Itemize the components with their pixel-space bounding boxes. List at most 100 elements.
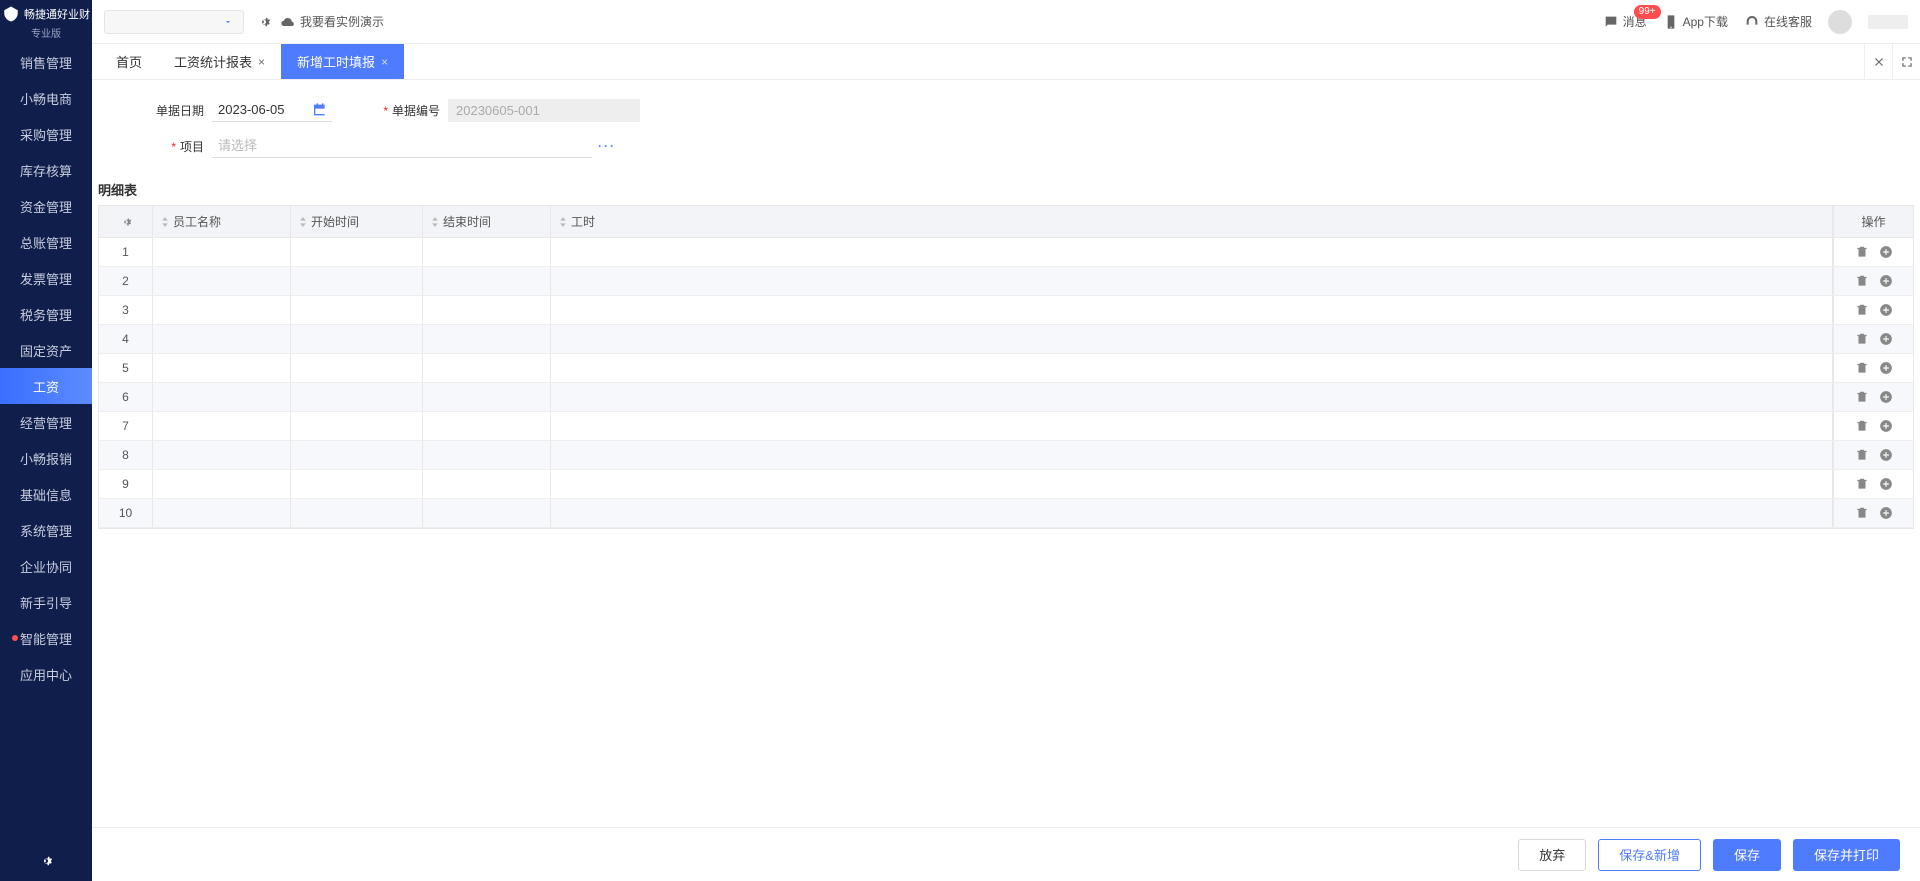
save-and-print-button[interactable]: 保存并打印 [1793,839,1900,871]
cell-start[interactable] [291,470,423,498]
add-icon[interactable] [1879,361,1893,375]
cell-hours[interactable] [551,499,1833,527]
cell-employee[interactable] [153,267,291,295]
cell-end[interactable] [423,354,551,382]
calendar-icon[interactable] [312,102,328,118]
close-all-tabs[interactable] [1864,44,1892,79]
cell-hours[interactable] [551,383,1833,411]
close-icon[interactable]: × [258,55,265,69]
delete-icon[interactable] [1855,390,1869,404]
sidebar-item-0[interactable]: 销售管理 [0,44,92,80]
cell-start[interactable] [291,354,423,382]
cell-start[interactable] [291,441,423,469]
cell-hours[interactable] [551,354,1833,382]
cell-start[interactable] [291,267,423,295]
cell-employee[interactable] [153,441,291,469]
cell-hours[interactable] [551,267,1833,295]
delete-icon[interactable] [1855,303,1869,317]
sidebar-item-2[interactable]: 采购管理 [0,116,92,152]
cell-end[interactable] [423,499,551,527]
cell-start[interactable] [291,238,423,266]
add-icon[interactable] [1879,448,1893,462]
header-settings[interactable] [99,206,153,237]
add-icon[interactable] [1879,303,1893,317]
cell-end[interactable] [423,441,551,469]
save-and-new-button[interactable]: 保存&新增 [1598,839,1701,871]
delete-icon[interactable] [1855,419,1869,433]
sidebar-item-13[interactable]: 系统管理 [0,512,92,548]
cell-end[interactable] [423,296,551,324]
cell-hours[interactable] [551,325,1833,353]
cell-start[interactable] [291,296,423,324]
sidebar-item-17[interactable]: 应用中心 [0,656,92,692]
sidebar-item-6[interactable]: 发票管理 [0,260,92,296]
sidebar-settings[interactable] [0,841,92,881]
tab-1[interactable]: 工资统计报表× [158,44,281,79]
cell-hours[interactable] [551,296,1833,324]
sidebar-item-7[interactable]: 税务管理 [0,296,92,332]
add-icon[interactable] [1879,506,1893,520]
cell-employee[interactable] [153,296,291,324]
cell-employee[interactable] [153,499,291,527]
sidebar-item-1[interactable]: 小畅电商 [0,80,92,116]
add-icon[interactable] [1879,245,1893,259]
sidebar-item-8[interactable]: 固定资产 [0,332,92,368]
gear-icon[interactable] [256,14,272,30]
cell-end[interactable] [423,238,551,266]
close-icon[interactable]: × [381,55,388,69]
cell-employee[interactable] [153,354,291,382]
sidebar-item-4[interactable]: 资金管理 [0,188,92,224]
cell-employee[interactable] [153,325,291,353]
cell-employee[interactable] [153,470,291,498]
header-start[interactable]: 开始时间 [291,206,423,237]
sidebar-item-14[interactable]: 企业协同 [0,548,92,584]
avatar[interactable] [1828,10,1852,34]
delete-icon[interactable] [1855,448,1869,462]
cell-employee[interactable] [153,383,291,411]
add-icon[interactable] [1879,477,1893,491]
tab-2[interactable]: 新增工时填报× [281,44,404,79]
sidebar-item-11[interactable]: 小畅报销 [0,440,92,476]
cell-start[interactable] [291,325,423,353]
cell-hours[interactable] [551,412,1833,440]
online-service-button[interactable]: 在线客服 [1744,13,1812,30]
delete-icon[interactable] [1855,332,1869,346]
sidebar-item-12[interactable]: 基础信息 [0,476,92,512]
delete-icon[interactable] [1855,245,1869,259]
sidebar-item-10[interactable]: 经营管理 [0,404,92,440]
project-more-button[interactable]: ··· [598,139,616,153]
sidebar-item-16[interactable]: 智能管理 [0,620,92,656]
fullscreen-toggle[interactable] [1892,44,1920,79]
cell-employee[interactable] [153,412,291,440]
delete-icon[interactable] [1855,506,1869,520]
demo-link[interactable]: 我要看实例演示 [280,13,384,30]
sidebar-item-3[interactable]: 库存核算 [0,152,92,188]
tab-0[interactable]: 首页 [100,44,158,79]
discard-button[interactable]: 放弃 [1518,839,1586,871]
header-employee[interactable]: 员工名称 [153,206,291,237]
add-icon[interactable] [1879,419,1893,433]
sidebar-item-9[interactable]: 工资 [0,368,92,404]
messages-button[interactable]: 消息 99+ [1603,13,1647,30]
cell-end[interactable] [423,412,551,440]
add-icon[interactable] [1879,332,1893,346]
cell-hours[interactable] [551,441,1833,469]
app-download-button[interactable]: App下载 [1663,13,1728,30]
cell-end[interactable] [423,383,551,411]
add-icon[interactable] [1879,274,1893,288]
header-end[interactable]: 结束时间 [423,206,551,237]
delete-icon[interactable] [1855,361,1869,375]
cell-end[interactable] [423,470,551,498]
delete-icon[interactable] [1855,477,1869,491]
cell-employee[interactable] [153,238,291,266]
header-hours[interactable]: 工时 [551,206,1833,237]
add-icon[interactable] [1879,390,1893,404]
sidebar-item-5[interactable]: 总账管理 [0,224,92,260]
cell-hours[interactable] [551,470,1833,498]
org-selector[interactable] [104,10,244,34]
cell-end[interactable] [423,267,551,295]
delete-icon[interactable] [1855,274,1869,288]
user-name[interactable] [1868,15,1908,29]
project-input[interactable] [212,134,592,158]
sidebar-item-15[interactable]: 新手引导 [0,584,92,620]
